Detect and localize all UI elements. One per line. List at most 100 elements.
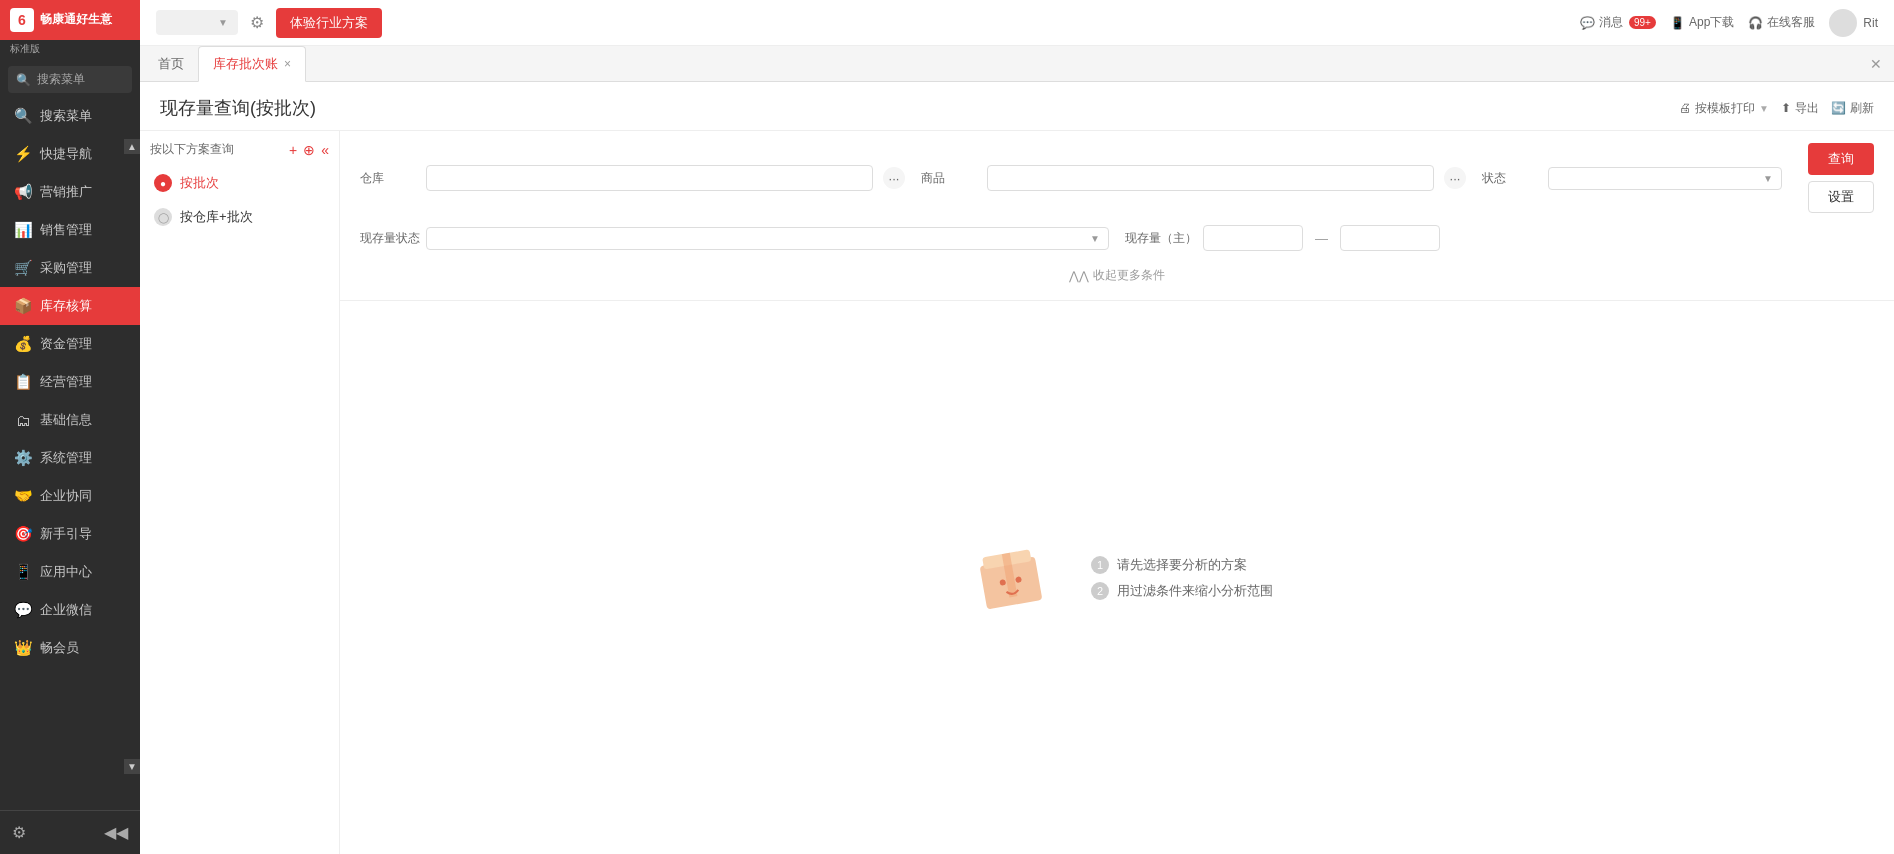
- sidebar-bottom: ⚙ ◀◀: [0, 810, 140, 854]
- goods-more-btn[interactable]: ···: [1444, 167, 1466, 189]
- breadcrumb[interactable]: ▼: [156, 10, 238, 35]
- add-plan-icon[interactable]: +: [289, 142, 297, 158]
- stock-qty-from-input[interactable]: [1203, 225, 1303, 251]
- empty-state-content: 1 请先选择要分析的方案 2 用过滤条件来缩小分析范围: [961, 528, 1273, 628]
- plan-item-warehouse-batch-label: 按仓库+批次: [180, 208, 253, 226]
- sidebar-item-system[interactable]: ⚙️ 系统管理: [0, 439, 140, 477]
- refresh-btn[interactable]: 🔄 刷新: [1831, 100, 1874, 117]
- sidebar-scroll-down[interactable]: ▼: [124, 759, 140, 774]
- empty-icon: [961, 528, 1061, 628]
- sidebar-item-purchase[interactable]: 🛒 采购管理: [0, 249, 140, 287]
- content-close-btn[interactable]: ✕: [1862, 52, 1890, 76]
- app-download-label: App下载: [1689, 14, 1734, 31]
- goods-field: 商品 ···: [921, 165, 1466, 191]
- nav-label-vip: 畅会员: [40, 639, 79, 657]
- nav-icon-wechat: 💬: [14, 601, 32, 619]
- tip-text-2: 用过滤条件来缩小分析范围: [1117, 582, 1273, 600]
- sidebar-item-sales[interactable]: 📊 销售管理: [0, 211, 140, 249]
- status-field: 状态 ▼: [1482, 167, 1782, 190]
- sidebar-item-finance[interactable]: 💰 资金管理: [0, 325, 140, 363]
- app-download-action[interactable]: 📱 App下载: [1670, 14, 1734, 31]
- nav-label-app-center: 应用中心: [40, 563, 92, 581]
- plan-settings-icon[interactable]: ⊕: [303, 142, 315, 158]
- warehouse-field: 仓库 ···: [360, 165, 905, 191]
- warehouse-more-btn[interactable]: ···: [883, 167, 905, 189]
- tab-home[interactable]: 首页: [144, 47, 198, 81]
- plan-item-warehouse-batch[interactable]: ◯ 按仓库+批次: [140, 200, 339, 234]
- sidebar: 6 畅康通好生意 标准版 🔍 搜索菜单 ▲ 🔍 搜索菜单 ⚡ 快捷导航 📢 营销…: [0, 0, 140, 854]
- goods-input[interactable]: [987, 165, 1434, 191]
- breadcrumb-arrow-icon: ▼: [218, 17, 228, 28]
- trial-btn[interactable]: 体验行业方案: [276, 8, 382, 38]
- sidebar-item-search[interactable]: 🔍 搜索菜单: [0, 97, 140, 135]
- online-service-action[interactable]: 🎧 在线客服: [1748, 14, 1815, 31]
- sidebar-item-app-center[interactable]: 📱 应用中心: [0, 553, 140, 591]
- sidebar-item-operation[interactable]: 📋 经营管理: [0, 363, 140, 401]
- online-service-label: 在线客服: [1767, 14, 1815, 31]
- nav-icon-finance: 💰: [14, 335, 32, 353]
- tip-text-1: 请先选择要分析的方案: [1117, 556, 1247, 574]
- print-label: 按模板打印: [1695, 100, 1755, 117]
- nav-icon-operation: 📋: [14, 373, 32, 391]
- sidebar-item-guide[interactable]: 🎯 新手引导: [0, 515, 140, 553]
- sidebar-item-marketing[interactable]: 📢 营销推广: [0, 173, 140, 211]
- plan-item-batch[interactable]: ● 按批次: [140, 166, 339, 200]
- right-content: 仓库 ··· 商品 ··· 状态: [340, 131, 1894, 854]
- collapse-panel-icon[interactable]: «: [321, 142, 329, 158]
- print-dropdown-icon: ▼: [1759, 103, 1769, 114]
- print-btn[interactable]: 🖨 按模板打印 ▼: [1679, 100, 1769, 117]
- search-icon: 🔍: [16, 73, 31, 87]
- sidebar-item-inventory[interactable]: 📦 库存核算: [0, 287, 140, 325]
- app-version: 标准版: [0, 40, 140, 62]
- nav-label-inventory: 库存核算: [40, 297, 92, 315]
- nav-icon-quick-nav: ⚡: [14, 145, 32, 163]
- tab-close-icon[interactable]: ×: [284, 58, 291, 70]
- warehouse-input[interactable]: [426, 165, 873, 191]
- collapse-up-icon: ⋀⋀: [1069, 269, 1089, 283]
- export-btn[interactable]: ⬆ 导出: [1781, 100, 1819, 117]
- sidebar-item-quick-nav[interactable]: ⚡ 快捷导航: [0, 135, 140, 173]
- nav-icon-sales: 📊: [14, 221, 32, 239]
- breadcrumb-text: [166, 14, 214, 31]
- nav-label-purchase: 采购管理: [40, 259, 92, 277]
- search-menu-label: 搜索菜单: [37, 71, 85, 88]
- tip-num-1: 1: [1091, 556, 1109, 574]
- status-label: 状态: [1482, 170, 1542, 187]
- sidebar-item-basic[interactable]: 🗂 基础信息: [0, 401, 140, 439]
- page-header: 现存量查询(按批次) 🖨 按模板打印 ▼ ⬆ 导出 🔄 刷新: [140, 82, 1894, 131]
- left-panel-actions: + ⊕ «: [289, 142, 329, 158]
- collapse-sidebar-btn[interactable]: ◀◀: [100, 819, 132, 846]
- sidebar-item-wechat[interactable]: 💬 企业微信: [0, 591, 140, 629]
- topbar-right: 💬 消息 99+ 📱 App下载 🎧 在线客服 Rit: [1580, 9, 1878, 37]
- collapse-label: 收起更多条件: [1093, 267, 1165, 284]
- sidebar-scroll-up[interactable]: ▲: [124, 139, 140, 154]
- search-menu[interactable]: 🔍 搜索菜单: [8, 66, 132, 93]
- plan-item-batch-label: 按批次: [180, 174, 219, 192]
- nav-icon-vip: 👑: [14, 639, 32, 657]
- empty-tip-2: 2 用过滤条件来缩小分析范围: [1091, 582, 1273, 600]
- settings-btn[interactable]: 设置: [1808, 181, 1874, 213]
- topbar-gear-icon[interactable]: ⚙: [246, 9, 268, 36]
- stock-qty-to-input[interactable]: [1340, 225, 1440, 251]
- message-action[interactable]: 💬 消息 99+: [1580, 14, 1656, 31]
- sidebar-item-enterprise[interactable]: 🤝 企业协同: [0, 477, 140, 515]
- refresh-icon: 🔄: [1831, 101, 1846, 115]
- stock-status-select[interactable]: ▼: [426, 227, 1109, 250]
- sidebar-item-vip[interactable]: 👑 畅会员: [0, 629, 140, 667]
- user-info[interactable]: Rit: [1829, 9, 1878, 37]
- settings-bottom-icon[interactable]: ⚙: [8, 819, 30, 846]
- nav-icon-enterprise: 🤝: [14, 487, 32, 505]
- query-btn[interactable]: 查询: [1808, 143, 1874, 175]
- nav-label-system: 系统管理: [40, 449, 92, 467]
- tip-num-2: 2: [1091, 582, 1109, 600]
- content: 现存量查询(按批次) 🖨 按模板打印 ▼ ⬆ 导出 🔄 刷新: [140, 82, 1894, 854]
- tab-bar-right: ✕: [1862, 52, 1890, 76]
- main-area: ▼ ⚙ 体验行业方案 💬 消息 99+ 📱 App下载 🎧 在线客服 Rit: [140, 0, 1894, 854]
- tab-inventory[interactable]: 库存批次账 ×: [198, 46, 306, 82]
- plan-dot-active: ●: [154, 174, 172, 192]
- status-select[interactable]: ▼: [1548, 167, 1782, 190]
- collapse-row[interactable]: ⋀⋀ 收起更多条件: [360, 263, 1874, 288]
- tab-home-label: 首页: [158, 55, 184, 73]
- app-name: 畅康通好生意: [40, 12, 112, 28]
- empty-box-svg: [961, 528, 1061, 628]
